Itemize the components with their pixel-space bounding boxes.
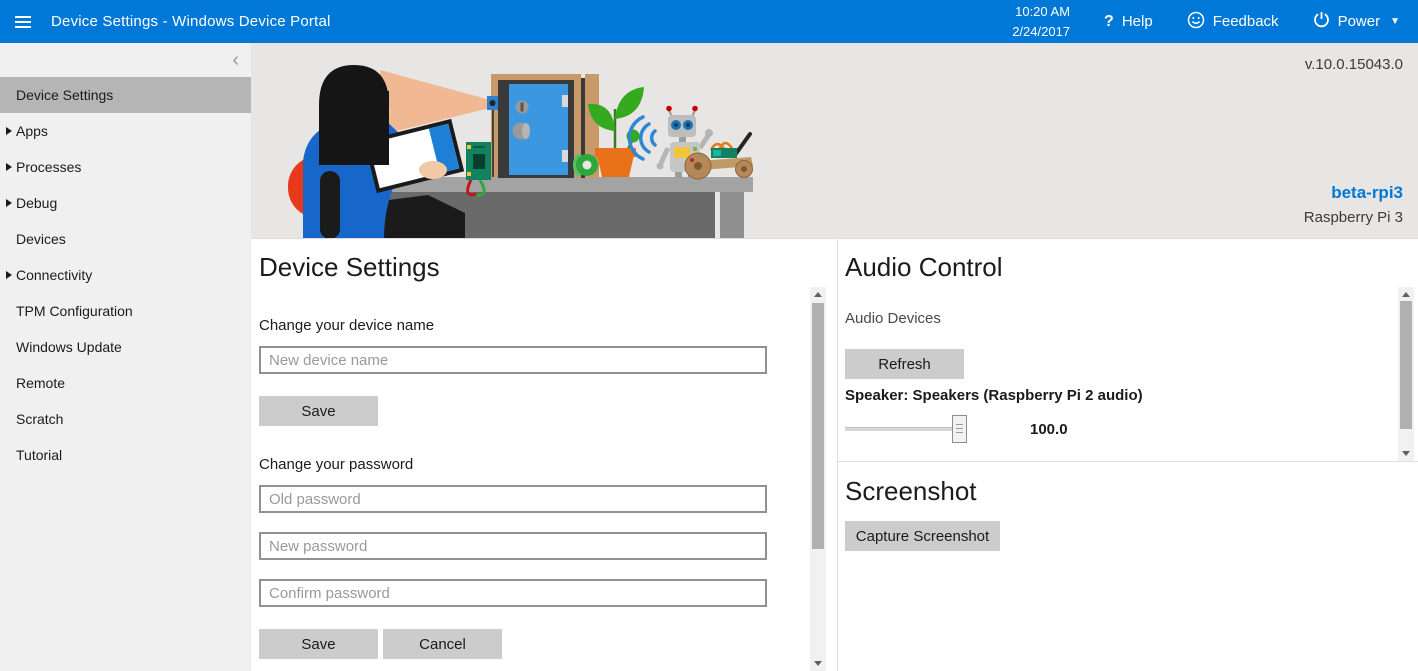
device-settings-panel: Device Settings Change your device name … xyxy=(251,239,837,671)
clock-date: 2/24/2017 xyxy=(1012,23,1071,39)
new-device-name-input[interactable] xyxy=(259,346,767,374)
clock-time: 10:20 AM xyxy=(1015,4,1071,19)
sidebar-item-tpm-configuration[interactable]: TPM Configuration xyxy=(0,293,251,329)
scrollbar-thumb[interactable] xyxy=(1400,301,1412,429)
capture-screenshot-button[interactable]: Capture Screenshot xyxy=(845,521,1000,551)
sidebar-item-remote[interactable]: Remote xyxy=(0,365,251,401)
sidebar-item-label: Connectivity xyxy=(16,267,93,283)
sidebar-item-label: Debug xyxy=(16,195,58,211)
sidebar-items: Device Settings Apps Processes Debug Dev… xyxy=(0,77,251,473)
sidebar-item-label: TPM Configuration xyxy=(16,303,133,319)
device-settings-title: Device Settings xyxy=(259,252,440,282)
help-button[interactable]: ? Help xyxy=(1104,13,1153,31)
sidebar-collapse-chevron[interactable]: ‹ xyxy=(0,43,251,77)
banner-illustration xyxy=(288,65,753,238)
save-password-button[interactable]: Save xyxy=(259,629,378,659)
audio-control-title: Audio Control xyxy=(845,252,1003,282)
device-name-label: Change your device name xyxy=(259,317,435,334)
sidebar-item-label: Devices xyxy=(16,231,66,247)
sidebar-item-label: Device Settings xyxy=(16,87,114,103)
expand-arrow-icon xyxy=(6,127,12,135)
old-password-input[interactable] xyxy=(259,485,767,513)
scrollbar-up-icon[interactable] xyxy=(814,292,822,297)
sidebar-item-label: Apps xyxy=(16,123,48,139)
device-name: beta-rpi3 xyxy=(1331,183,1403,202)
cancel-password-button[interactable]: Cancel xyxy=(383,629,502,659)
sidebar-item-label: Windows Update xyxy=(16,339,122,355)
sidebar-item-apps[interactable]: Apps xyxy=(0,113,251,149)
audio-control-panel: Audio Control Audio Devices Refresh Spea… xyxy=(838,239,1418,462)
sidebar-item-label: Processes xyxy=(16,159,82,175)
save-device-name-button[interactable]: Save xyxy=(259,396,378,426)
sidebar-item-devices[interactable]: Devices xyxy=(0,221,251,257)
page-title: Device Settings - Windows Device Portal xyxy=(51,13,331,30)
sidebar-item-processes[interactable]: Processes xyxy=(0,149,251,185)
expand-arrow-icon xyxy=(6,271,12,279)
power-caret-icon: ▼ xyxy=(1390,16,1400,27)
speaker-device-label: Speaker: Speakers (Raspberry Pi 2 audio) xyxy=(845,387,1143,404)
audio-devices-label: Audio Devices xyxy=(845,310,941,327)
sidebar-item-debug[interactable]: Debug xyxy=(0,185,251,221)
clock: 10:20 AM 2/24/2017 xyxy=(1012,2,1070,41)
device-settings-scrollbar[interactable] xyxy=(810,287,826,671)
expand-arrow-icon xyxy=(6,163,12,171)
scrollbar-up-icon[interactable] xyxy=(1402,292,1410,297)
audio-scrollbar[interactable] xyxy=(1398,287,1414,461)
slider-thumb-grip-icon xyxy=(956,424,963,434)
sidebar-nav: ‹ Device Settings Apps Processes Debug D… xyxy=(0,43,251,671)
feedback-smiley-icon xyxy=(1187,11,1205,33)
confirm-password-input[interactable] xyxy=(259,579,767,607)
speaker-volume-slider[interactable] xyxy=(845,414,967,444)
sidebar-item-label: Remote xyxy=(16,375,66,391)
scrollbar-thumb[interactable] xyxy=(812,303,824,549)
screenshot-title: Screenshot xyxy=(845,476,977,506)
app-header: Device Settings - Windows Device Portal … xyxy=(0,0,1418,43)
device-model: Raspberry Pi 3 xyxy=(1303,209,1403,226)
sidebar-item-windows-update[interactable]: Windows Update xyxy=(0,329,251,365)
scrollbar-down-icon[interactable] xyxy=(814,661,822,666)
header-actions: 10:20 AM 2/24/2017 ? Help Feedback Power… xyxy=(1012,2,1418,41)
new-password-input[interactable] xyxy=(259,532,767,560)
banner: v.10.0.15043.0 beta-rpi3 Raspberry Pi 3 xyxy=(251,43,1418,239)
feedback-button[interactable]: Feedback xyxy=(1187,11,1279,33)
slider-thumb[interactable] xyxy=(952,415,967,443)
refresh-audio-button[interactable]: Refresh xyxy=(845,349,964,379)
speaker-volume-value: 100.0 xyxy=(1030,420,1068,438)
hamburger-menu-icon[interactable] xyxy=(15,13,31,31)
expand-arrow-icon xyxy=(6,199,12,207)
sidebar-item-device-settings[interactable]: Device Settings xyxy=(0,77,251,113)
password-label: Change your password xyxy=(259,456,414,473)
os-version: v.10.0.15043.0 xyxy=(1304,56,1403,73)
screenshot-panel: Screenshot Capture Screenshot xyxy=(838,462,1418,551)
sidebar-item-scratch[interactable]: Scratch xyxy=(0,401,251,437)
slider-track[interactable] xyxy=(845,427,966,431)
sidebar-item-tutorial[interactable]: Tutorial xyxy=(0,437,251,473)
scrollbar-down-icon[interactable] xyxy=(1402,451,1410,456)
power-icon xyxy=(1313,11,1330,32)
power-button[interactable]: Power ▼ xyxy=(1313,11,1400,32)
sidebar-item-connectivity[interactable]: Connectivity xyxy=(0,257,251,293)
sidebar-item-label: Scratch xyxy=(16,411,64,427)
sidebar-item-label: Tutorial xyxy=(16,447,63,463)
help-icon: ? xyxy=(1104,12,1114,30)
